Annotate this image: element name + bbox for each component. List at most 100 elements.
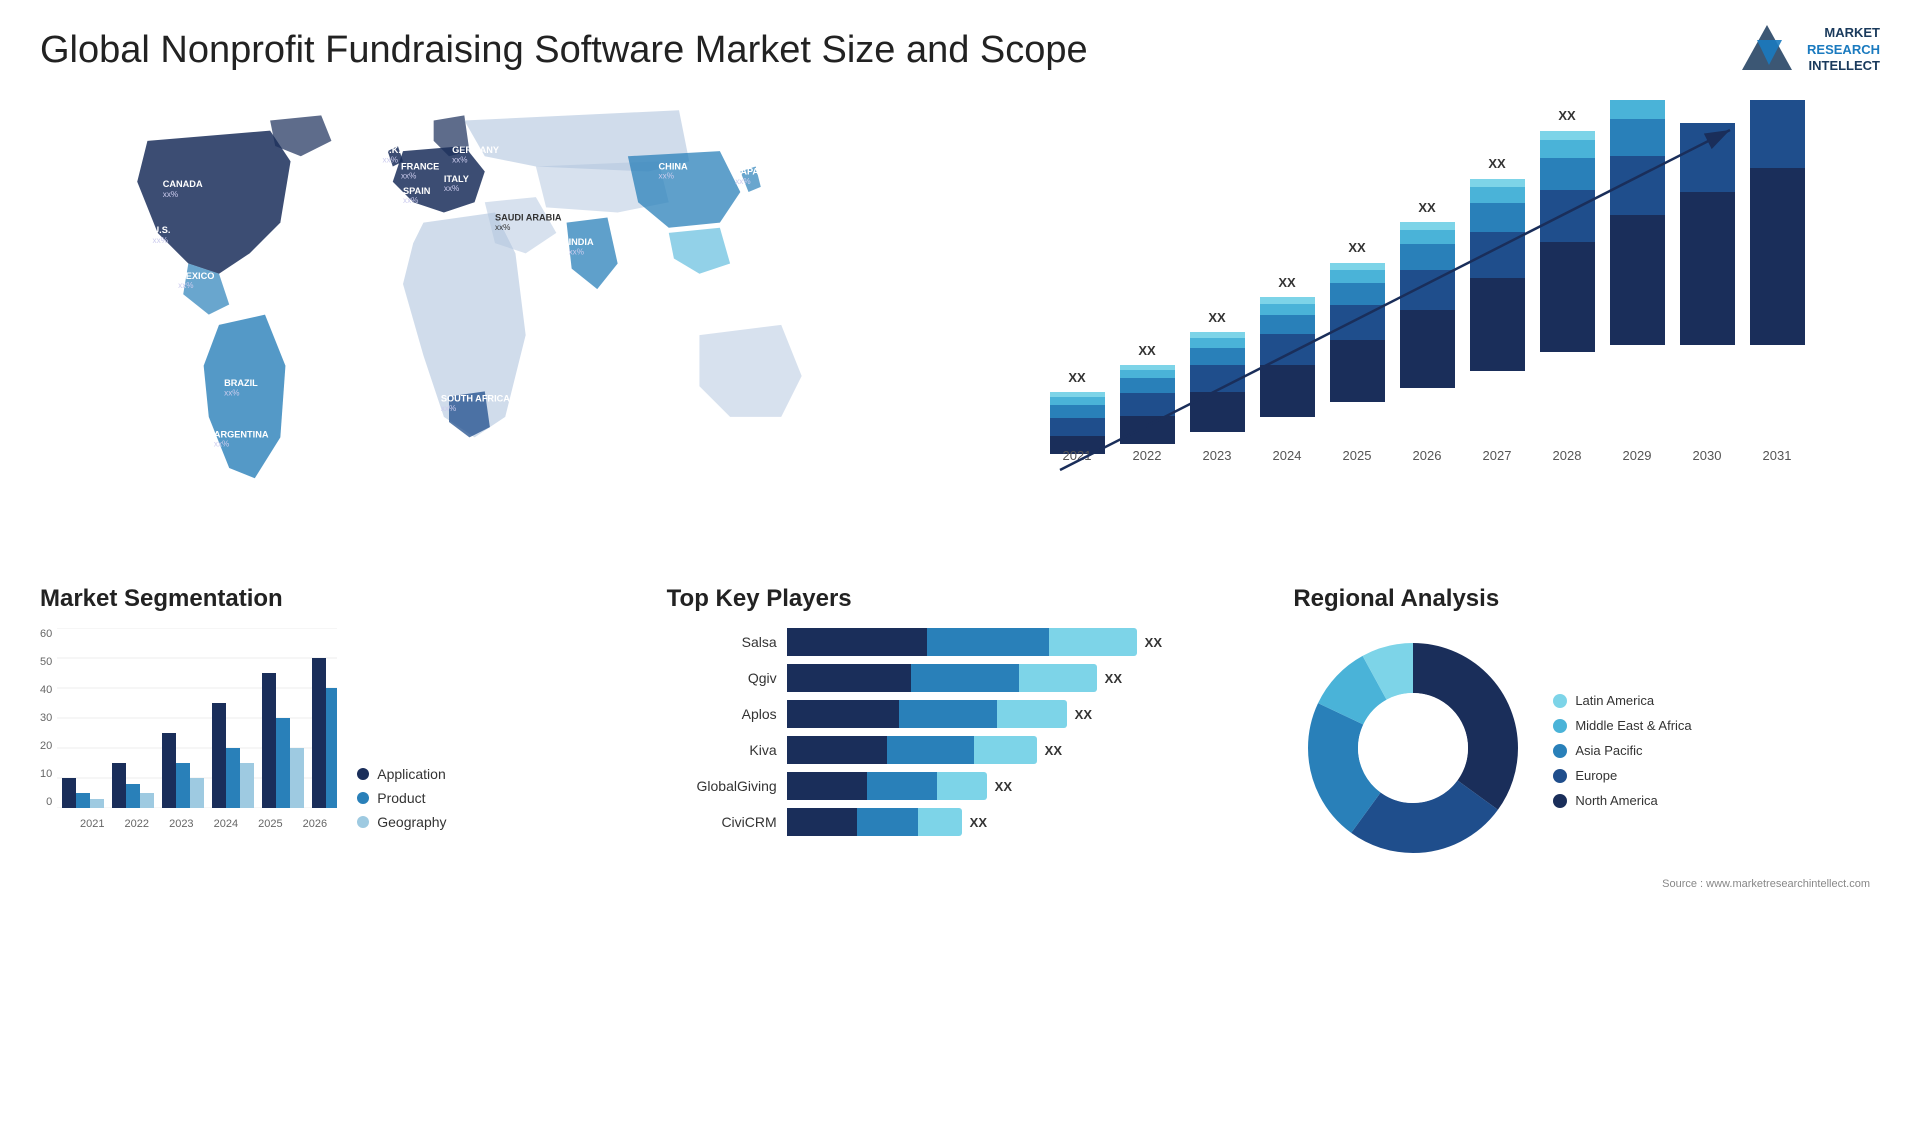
reg-legend-latin-america: Latin America: [1553, 693, 1691, 708]
player-row-salsa: Salsa XX: [667, 628, 1254, 656]
segmentation-title: Market Segmentation: [40, 585, 627, 613]
svg-text:CANADA: CANADA: [163, 179, 203, 189]
svg-text:xx%: xx%: [495, 223, 510, 232]
reg-legend-north-america: North America: [1553, 793, 1691, 808]
svg-text:XX: XX: [1558, 108, 1576, 123]
svg-text:2026: 2026: [1413, 448, 1442, 463]
svg-text:SOUTH AFRICA: SOUTH AFRICA: [441, 394, 510, 404]
header: Global Nonprofit Fundraising Software Ma…: [0, 0, 1920, 90]
donut-chart: [1293, 628, 1533, 873]
logo-area: MARKET RESEARCH INTELLECT: [1737, 20, 1880, 80]
bar-2021-seg5: [1050, 392, 1105, 397]
player-name-qgiv: Qgiv: [667, 670, 777, 686]
player-name-aplos: Aplos: [667, 706, 777, 722]
players-title: Top Key Players: [667, 585, 1254, 613]
legend-item-application: Application: [357, 766, 446, 782]
svg-text:GERMANY: GERMANY: [452, 145, 499, 155]
svg-text:XX: XX: [1488, 156, 1506, 171]
reg-legend-mea: Middle East & Africa: [1553, 718, 1691, 733]
seg-chart-area: 60 50 40 30 20 10 0: [40, 628, 627, 830]
bar-2021-seg4: [1050, 397, 1105, 405]
bar-2021-seg3: [1050, 405, 1105, 418]
seg-y-axis: 60 50 40 30 20 10 0: [40, 628, 52, 808]
svg-text:XX: XX: [1418, 200, 1436, 215]
reg-dot-asia-pacific: [1553, 744, 1567, 758]
svg-text:xx%: xx%: [403, 196, 418, 205]
player-row-qgiv: Qgiv XX: [667, 664, 1254, 692]
svg-text:ITALY: ITALY: [444, 174, 469, 184]
svg-text:2022: 2022: [1133, 448, 1162, 463]
svg-text:2024: 2024: [1273, 448, 1302, 463]
seg-x-axis: 2021 2022 2023 2024 2025 2026: [40, 818, 337, 830]
bar-chart: XX 2021 XX 2022 XX 2023: [980, 100, 1870, 520]
logo-text: MARKET RESEARCH INTELLECT: [1807, 25, 1880, 76]
svg-text:2031: 2031: [1763, 448, 1792, 463]
map-section: CANADA xx% U.S. xx% MEXICO xx% BRAZIL xx…: [30, 90, 960, 570]
seg-legend: Application Product Geography: [357, 766, 446, 830]
regional-legend: Latin America Middle East & Africa Asia …: [1553, 693, 1691, 808]
svg-text:XX: XX: [1766, 415, 1789, 434]
svg-text:xx%: xx%: [452, 155, 467, 164]
world-map: CANADA xx% U.S. xx% MEXICO xx% BRAZIL xx…: [40, 100, 950, 560]
world-map-svg: CANADA xx% U.S. xx% MEXICO xx% BRAZIL xx…: [40, 100, 950, 560]
svg-text:ARGENTINA: ARGENTINA: [214, 429, 269, 439]
donut-area: Latin America Middle East & Africa Asia …: [1293, 628, 1880, 873]
donut-svg: [1293, 628, 1533, 868]
svg-text:XX: XX: [1278, 275, 1296, 290]
svg-text:2027: 2027: [1483, 448, 1512, 463]
player-name-globalgiving: GlobalGiving: [667, 778, 777, 794]
source-text: Source : www.marketresearchintellect.com: [1293, 878, 1880, 890]
svg-text:xx%: xx%: [153, 236, 168, 245]
player-bar-globalgiving: XX: [787, 772, 1254, 800]
svg-text:xx%: xx%: [569, 247, 584, 256]
legend-item-product: Product: [357, 790, 446, 806]
svg-text:xx%: xx%: [163, 190, 178, 199]
svg-text:xx%: xx%: [224, 388, 239, 397]
svg-text:xx%: xx%: [383, 155, 398, 164]
seg-chart-wrapper: 60 50 40 30 20 10 0: [40, 628, 337, 830]
seg-bars-container: [57, 628, 337, 813]
regional-section: Regional Analysis: [1283, 580, 1890, 1126]
player-bar-qgiv: XX: [787, 664, 1254, 692]
svg-text:2029: 2029: [1623, 448, 1652, 463]
svg-text:xx%: xx%: [659, 172, 674, 181]
svg-text:XX: XX: [1138, 343, 1156, 358]
player-row-civicrm: CiviCRM XX: [667, 808, 1254, 836]
regional-title: Regional Analysis: [1293, 585, 1880, 613]
svg-text:BRAZIL: BRAZIL: [224, 378, 258, 388]
svg-text:xx%: xx%: [214, 440, 229, 449]
player-row-globalgiving: GlobalGiving XX: [667, 772, 1254, 800]
segmentation-section: Market Segmentation 60 50 40 30 20 10 0: [30, 580, 637, 1126]
player-name-civicrm: CiviCRM: [667, 814, 777, 830]
svg-text:MEXICO: MEXICO: [178, 271, 214, 281]
reg-legend-europe: Europe: [1553, 768, 1691, 783]
svg-text:2028: 2028: [1553, 448, 1582, 463]
player-bar-salsa: XX: [787, 628, 1254, 656]
stacked-bar-svg: XX 2021 XX 2022 XX 2023: [980, 100, 1870, 520]
svg-text:xx%: xx%: [444, 184, 459, 193]
bar-2021-seg2: [1050, 418, 1105, 436]
svg-text:xx%: xx%: [178, 281, 193, 290]
legend-dot-product: [357, 792, 369, 804]
player-bar-aplos: XX: [787, 700, 1254, 728]
svg-text:U.K.: U.K.: [383, 145, 401, 155]
svg-text:CHINA: CHINA: [659, 162, 688, 172]
player-name-kiva: Kiva: [667, 742, 777, 758]
svg-text:SPAIN: SPAIN: [403, 186, 431, 196]
legend-dot-application: [357, 768, 369, 780]
svg-text:JAPAN: JAPAN: [735, 167, 766, 177]
reg-legend-asia-pacific: Asia Pacific: [1553, 743, 1691, 758]
logo-icon: [1737, 20, 1797, 80]
svg-text:XX: XX: [1208, 310, 1226, 325]
player-row-kiva: Kiva XX: [667, 736, 1254, 764]
chart-section: XX 2021 XX 2022 XX 2023: [960, 90, 1890, 570]
players-section: Top Key Players Salsa XX Qgiv: [657, 580, 1264, 1126]
svg-text:FRANCE: FRANCE: [401, 162, 439, 172]
legend-dot-geography: [357, 816, 369, 828]
seg-inner: 60 50 40 30 20 10 0: [40, 628, 337, 813]
player-row-aplos: Aplos XX: [667, 700, 1254, 728]
seg-bars-svg: [57, 628, 337, 808]
svg-text:xx%: xx%: [735, 177, 750, 186]
svg-text:INDIA: INDIA: [569, 237, 594, 247]
svg-text:SAUDI ARABIA: SAUDI ARABIA: [495, 213, 562, 223]
